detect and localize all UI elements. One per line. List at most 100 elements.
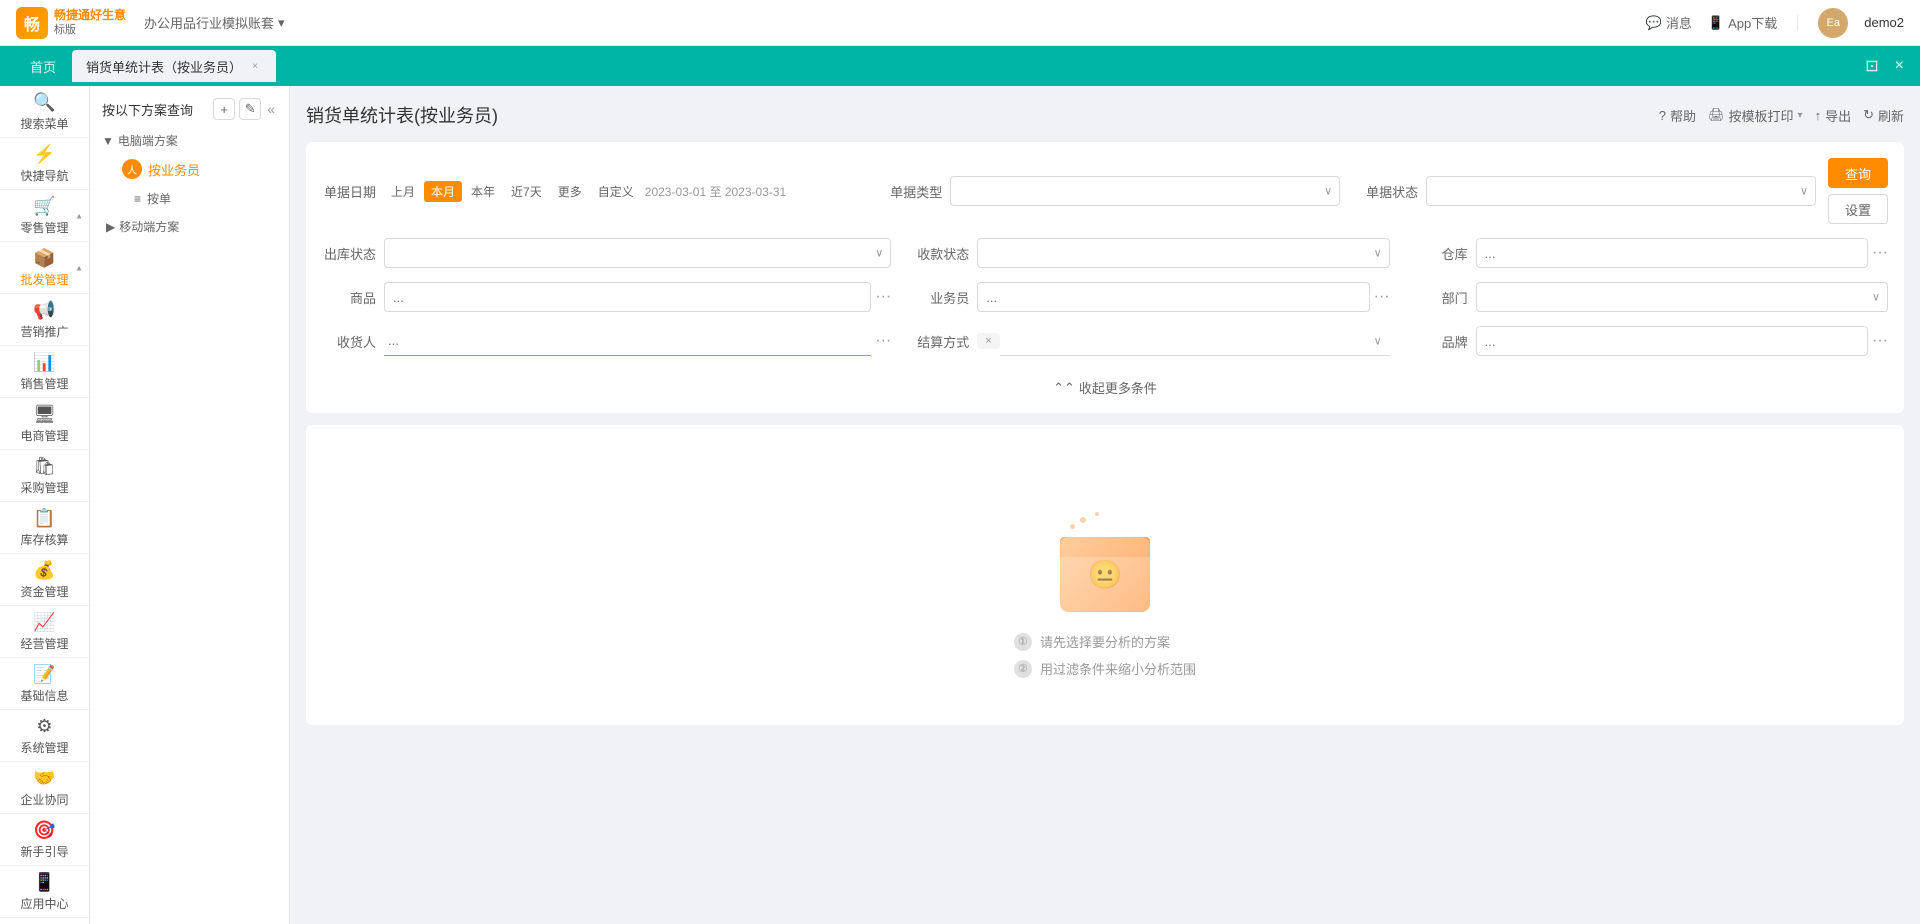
operations-icon: 📈 — [33, 612, 55, 633]
outbound-status-select[interactable] — [384, 238, 891, 268]
mobile-plan-group[interactable]: ▶ 移动端方案 — [98, 212, 281, 241]
message-button[interactable]: 💬 消息 — [1646, 13, 1692, 32]
sidebar-label-finance: 资金管理 — [20, 583, 68, 600]
app-download-button[interactable]: 📱 App下载 — [1708, 13, 1777, 32]
page-title: 销货单统计表(按业务员) — [306, 102, 498, 128]
collapse-more-button[interactable]: ⌃⌃ 收起更多条件 — [322, 370, 1888, 397]
warehouse-dots-button[interactable]: ··· — [1872, 244, 1888, 262]
refresh-button[interactable]: ↻ 刷新 — [1863, 106, 1904, 125]
breadcrumb-selector[interactable]: 办公用品行业模拟账套 ▾ — [136, 9, 293, 36]
sidebar-item-quick-nav[interactable]: ⚡ 快捷导航 — [0, 138, 89, 190]
date-tab-this-month[interactable]: 本月 — [424, 181, 462, 202]
search-button[interactable]: 查询 — [1828, 158, 1888, 188]
add-plan-button[interactable]: + — [213, 98, 235, 120]
settlement-select[interactable] — [1000, 326, 1390, 356]
sidebar-label-wholesale: 批发管理 — [20, 271, 68, 288]
inventory-icon: 📋 — [33, 508, 55, 529]
payment-status-label: 收款状态 — [915, 244, 969, 263]
logo-line1: 畅捷通好生意 — [54, 8, 126, 24]
message-icon: 💬 — [1646, 15, 1662, 31]
help-button[interactable]: ? 帮助 — [1659, 106, 1696, 125]
bill-status-select[interactable] — [1426, 176, 1816, 206]
consignee-input[interactable] — [384, 326, 871, 356]
nav-divider — [1797, 15, 1798, 31]
brand-input[interactable] — [1476, 326, 1868, 356]
collapse-panel-button[interactable]: « — [265, 99, 277, 119]
date-tab-last-month[interactable]: 上月 — [384, 181, 422, 202]
refresh-label: 刷新 — [1878, 106, 1904, 125]
sidebar-label-sales: 销售管理 — [20, 375, 68, 392]
app-center-icon: 📱 — [33, 872, 55, 893]
department-select[interactable] — [1476, 282, 1888, 312]
settlement-tag: × — [977, 333, 999, 349]
salesperson-field: 业务员 ··· — [915, 282, 1389, 312]
bill-status-control — [1426, 176, 1816, 206]
sidebar-item-system[interactable]: ⚙ 系统管理 — [0, 710, 89, 762]
date-tab-last-7-days[interactable]: 近7天 — [504, 181, 549, 202]
sidebar-item-basic-info[interactable]: 📝 基础信息 — [0, 658, 89, 710]
template-print-button[interactable]: 🖨 按模板打印 ▾ — [1708, 106, 1803, 125]
date-range-display: 2023-03-01 至 2023-03-31 — [645, 183, 786, 200]
consignee-dots-button[interactable]: ··· — [875, 332, 891, 350]
collapse-more-label: 收起更多条件 — [1079, 378, 1157, 397]
date-tab-custom[interactable]: 自定义 — [591, 181, 641, 202]
empty-tip-2: ② 用过滤条件来缩小分析范围 — [1014, 659, 1196, 678]
brand-dots-button[interactable]: ··· — [1872, 332, 1888, 350]
warehouse-input[interactable] — [1476, 238, 1868, 268]
bill-type-label: 单据类型 — [888, 182, 942, 201]
plan-item-by-order[interactable]: ≡ 按单 — [98, 185, 281, 212]
sidebar-item-enterprise[interactable]: 🤝 企业协同 — [0, 762, 89, 814]
tab-sales-stat[interactable]: 销货单统计表（按业务员） × — [72, 50, 276, 82]
product-dots-button[interactable]: ··· — [875, 288, 891, 306]
top-nav-left: 畅 畅捷通好生意 标版 办公用品行业模拟账套 ▾ — [16, 7, 293, 39]
sidebar-item-sales[interactable]: 📊 销售管理 — [0, 346, 89, 398]
sidebar-item-operations[interactable]: 📈 经营管理 — [0, 606, 89, 658]
desktop-plan-group[interactable]: ▼ 电脑端方案 — [98, 128, 281, 153]
date-tab-more[interactable]: 更多 — [551, 181, 589, 202]
sidebar-item-wholesale[interactable]: 📦 批发管理 — [0, 242, 89, 294]
sidebar-item-marketing[interactable]: 📢 营销推广 — [0, 294, 89, 346]
plan-item-salesperson-label: 按业务员 — [148, 160, 200, 179]
refresh-icon: ↻ — [1863, 107, 1874, 123]
salesperson-input[interactable] — [977, 282, 1369, 312]
outbound-status-control — [384, 238, 891, 268]
consignee-label: 收货人 — [322, 332, 376, 351]
settlement-label: 结算方式 — [915, 332, 969, 351]
export-button[interactable]: ↑ 导出 — [1815, 106, 1852, 125]
product-input[interactable] — [384, 282, 871, 312]
sidebar-label-inventory: 库存核算 — [20, 531, 68, 548]
tab-home[interactable]: 首页 — [16, 50, 70, 82]
tab-close-icon[interactable]: × — [248, 59, 262, 73]
settings-button[interactable]: 设置 — [1828, 194, 1888, 224]
edit-plan-button[interactable]: ✎ — [239, 98, 261, 120]
salesperson-dots-button[interactable]: ··· — [1374, 288, 1390, 306]
payment-status-select[interactable] — [977, 238, 1389, 268]
department-control — [1476, 282, 1888, 312]
bill-type-select[interactable] — [950, 176, 1340, 206]
sidebar-item-search-menu[interactable]: 🔍 搜索菜单 — [0, 86, 89, 138]
particle-1 — [1080, 517, 1086, 523]
salesperson-plan-icon: 人 — [122, 159, 142, 179]
consignee-control: ··· — [384, 326, 891, 356]
department-select-wrapper — [1476, 282, 1888, 312]
sidebar-item-new-guide[interactable]: 🎯 新手引导 — [0, 814, 89, 866]
page-actions: ? 帮助 🖨 按模板打印 ▾ ↑ 导出 ↻ 刷新 — [1659, 106, 1904, 125]
date-tab-this-year[interactable]: 本年 — [464, 181, 502, 202]
settlement-tag-close[interactable]: × — [985, 335, 991, 347]
sidebar-item-finance[interactable]: 💰 资金管理 — [0, 554, 89, 606]
empty-box-face-icon: 😐 — [1088, 558, 1123, 591]
settlement-field: 结算方式 × — [915, 326, 1389, 356]
sidebar-item-purchase[interactable]: 🛍 采购管理 — [0, 450, 89, 502]
sidebar-item-retail[interactable]: 🛒 零售管理 — [0, 190, 89, 242]
tab-close-window-button[interactable]: × — [1891, 53, 1908, 79]
sidebar-item-ecommerce[interactable]: 🖥 电商管理 — [0, 398, 89, 450]
plan-item-by-salesperson[interactable]: 人 按业务员 — [98, 153, 281, 185]
tab-restore-button[interactable]: ⊡ — [1861, 52, 1882, 80]
department-field: 部门 — [1414, 282, 1888, 312]
plan-item-order-label: 按单 — [147, 190, 171, 207]
sidebar-item-inventory[interactable]: 📋 库存核算 — [0, 502, 89, 554]
sidebar-item-wechat[interactable]: 💬 企业微信 — [0, 918, 89, 924]
sidebar-item-app-center[interactable]: 📱 应用中心 — [0, 866, 89, 918]
avatar-text: Ea — [1827, 17, 1840, 29]
user-name[interactable]: demo2 — [1864, 15, 1904, 30]
